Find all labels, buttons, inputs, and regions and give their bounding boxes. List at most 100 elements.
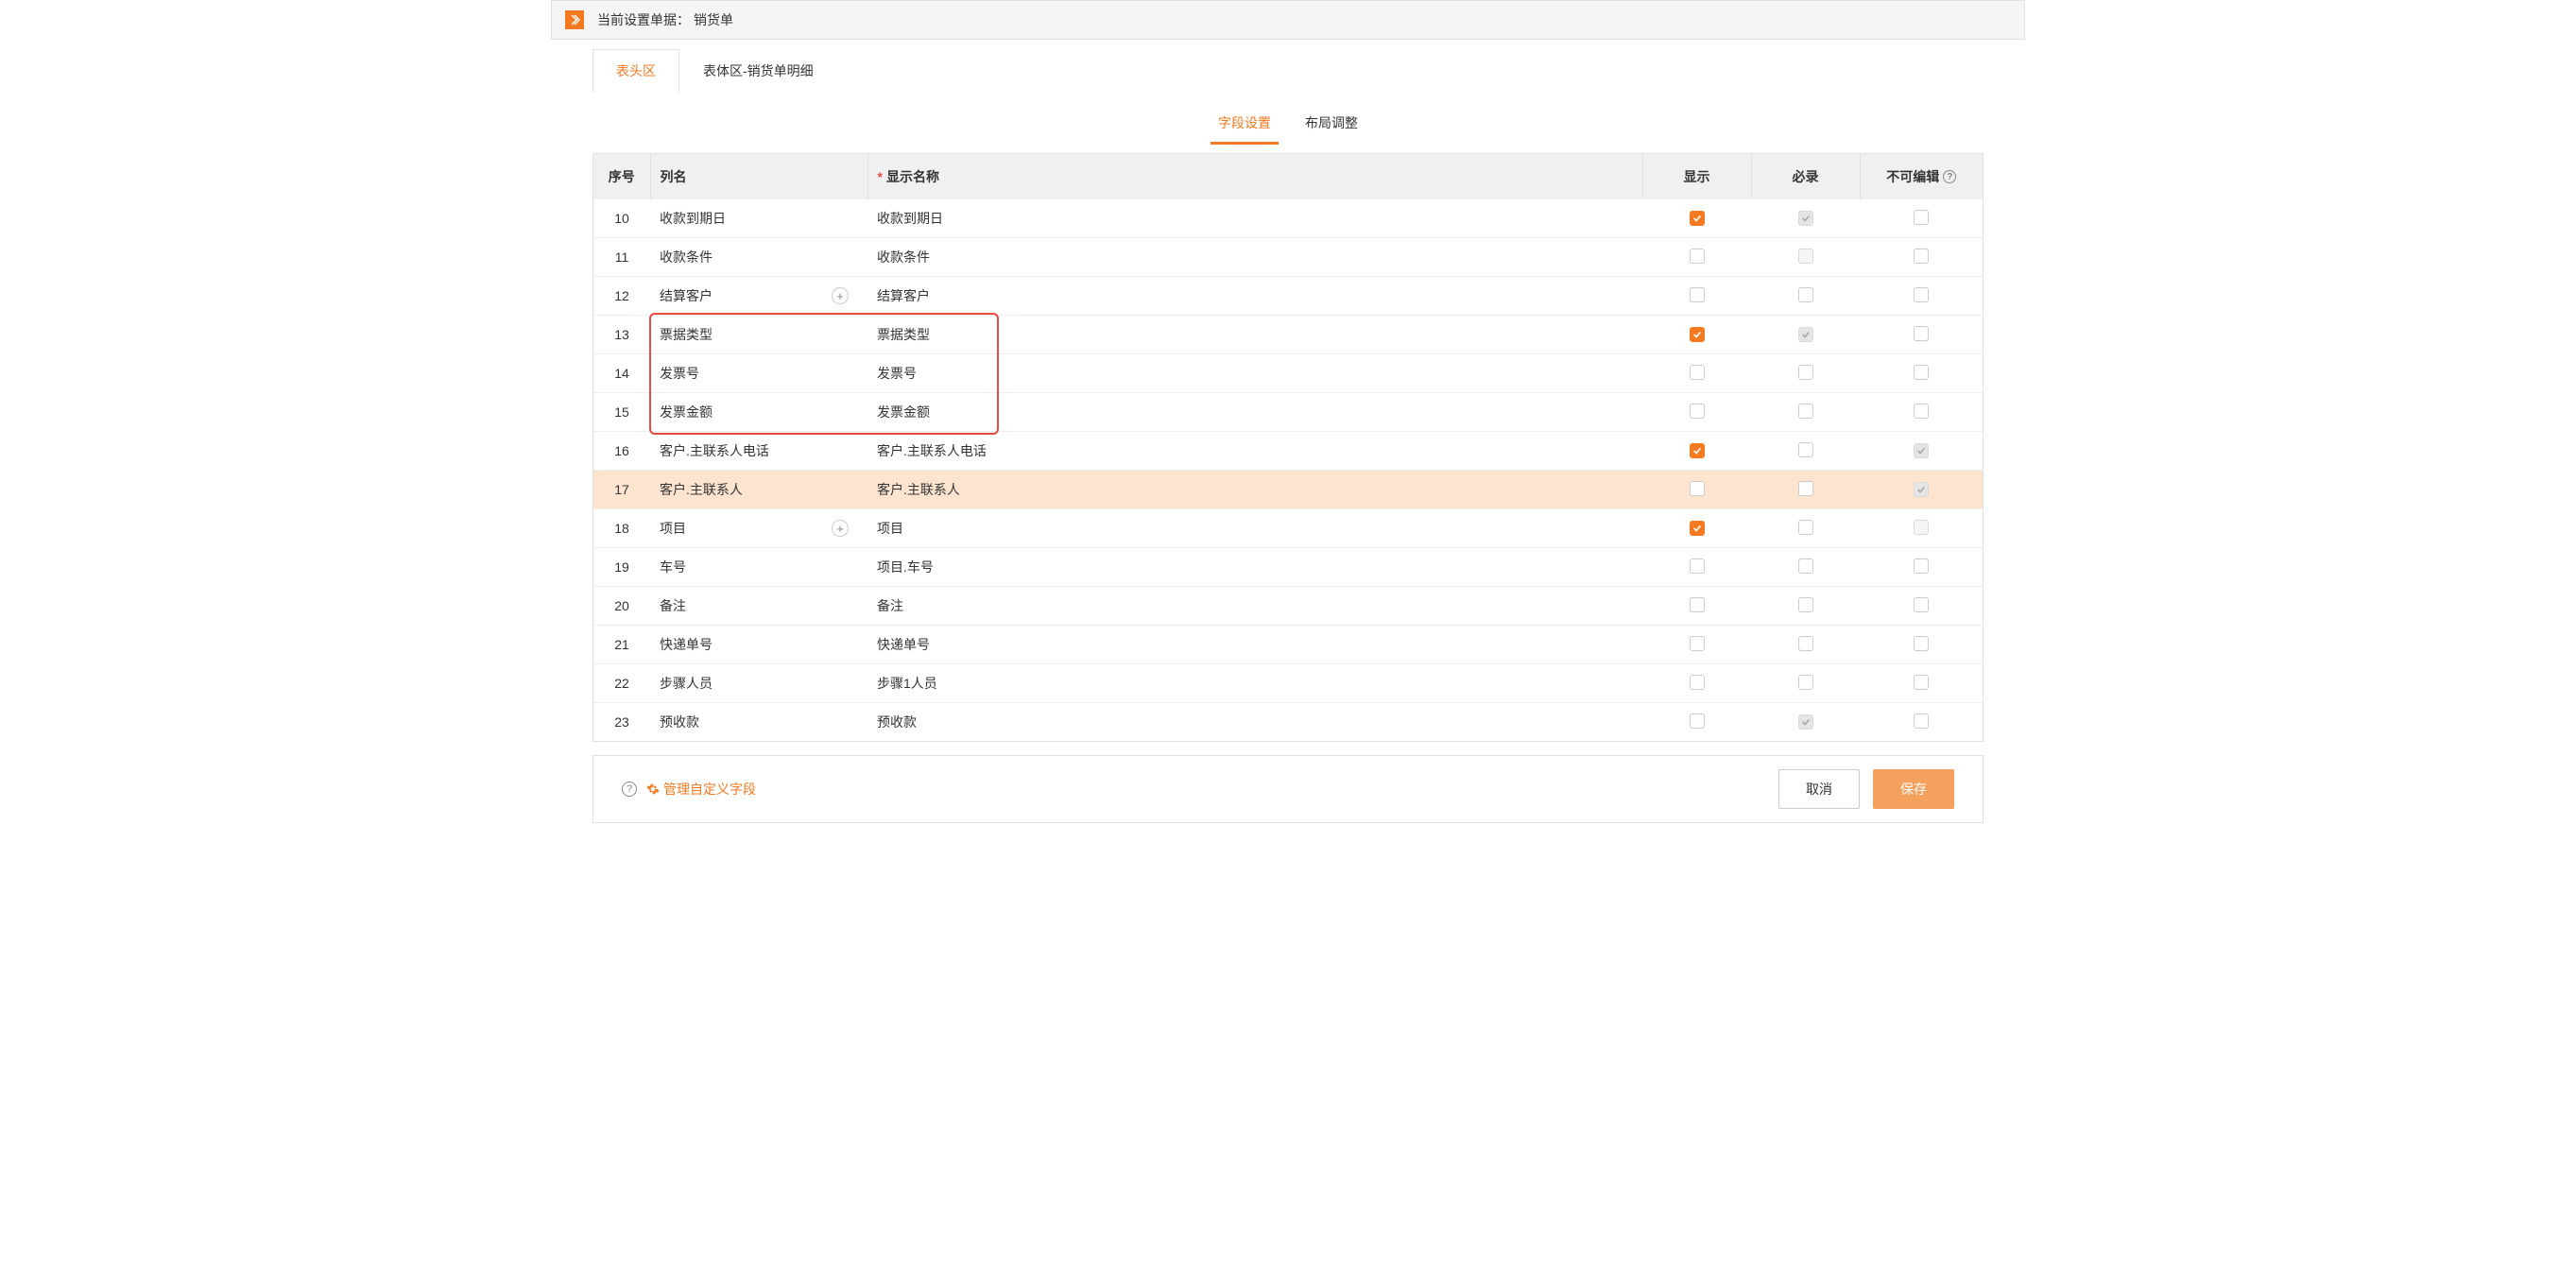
required-checkbox[interactable] [1798, 481, 1813, 496]
show-checkbox[interactable] [1690, 287, 1705, 302]
required-checkbox[interactable] [1798, 675, 1813, 690]
cell-display-name[interactable]: 发票号 [867, 354, 1642, 393]
required-checkbox[interactable] [1798, 442, 1813, 457]
tab-body-area[interactable]: 表体区-销货单明细 [679, 49, 837, 93]
required-checkbox [1798, 211, 1813, 226]
cell-seq: 23 [593, 703, 650, 742]
readonly-checkbox[interactable] [1914, 404, 1929, 419]
field-name-label: 备注 [660, 596, 686, 615]
show-checkbox[interactable] [1690, 713, 1705, 729]
required-checkbox[interactable] [1798, 287, 1813, 302]
chevron-right-icon [569, 14, 580, 26]
expand-panel-button[interactable] [565, 10, 584, 29]
readonly-checkbox[interactable] [1914, 636, 1929, 651]
show-checkbox[interactable] [1690, 636, 1705, 651]
cell-show [1642, 664, 1751, 703]
field-name-label: 步骤人员 [660, 674, 713, 693]
show-checkbox[interactable] [1690, 597, 1705, 612]
cell-seq: 16 [593, 432, 650, 471]
cell-display-name[interactable]: 结算客户 [867, 277, 1642, 316]
cell-display-name[interactable]: 预收款 [867, 703, 1642, 742]
cell-display-name[interactable]: 收款条件 [867, 238, 1642, 277]
tab-header-area[interactable]: 表头区 [592, 49, 679, 93]
cell-show [1642, 548, 1751, 587]
cell-show [1642, 626, 1751, 664]
show-checkbox[interactable] [1690, 211, 1705, 226]
readonly-checkbox[interactable] [1914, 326, 1929, 341]
help-icon[interactable]: ? [622, 782, 637, 797]
cell-display-name[interactable]: 收款到期日 [867, 199, 1642, 238]
subtab-layout-adjust[interactable]: 布局调整 [1297, 102, 1365, 144]
th-display-label: 显示名称 [886, 169, 939, 184]
cell-display-name[interactable]: 步骤1人员 [867, 664, 1642, 703]
cell-display-name[interactable]: 票据类型 [867, 316, 1642, 354]
subtab-field-settings[interactable]: 字段设置 [1211, 102, 1279, 144]
table-row: 19 车号 项目.车号 [593, 548, 1983, 587]
readonly-checkbox[interactable] [1914, 287, 1929, 302]
cell-display-name[interactable]: 客户.主联系人电话 [867, 432, 1642, 471]
readonly-checkbox [1914, 443, 1929, 458]
readonly-checkbox[interactable] [1914, 597, 1929, 612]
cell-show [1642, 199, 1751, 238]
table-row: 17 客户.主联系人 客户.主联系人 [593, 471, 1983, 509]
page-title: 当前设置单据： 销货单 [597, 10, 733, 29]
cell-required [1751, 703, 1860, 742]
cancel-button[interactable]: 取消 [1778, 769, 1860, 809]
required-checkbox [1798, 327, 1813, 342]
field-name-label: 结算客户 [660, 286, 713, 305]
title-label: 当前设置单据： [597, 10, 690, 29]
readonly-checkbox[interactable] [1914, 559, 1929, 574]
field-name-label: 客户.主联系人 [660, 480, 743, 499]
required-checkbox[interactable] [1798, 559, 1813, 574]
readonly-checkbox[interactable] [1914, 210, 1929, 225]
manage-custom-fields-link[interactable]: 管理自定义字段 [646, 780, 756, 799]
required-checkbox[interactable] [1798, 636, 1813, 651]
cell-seq: 15 [593, 393, 650, 432]
cell-show [1642, 316, 1751, 354]
save-button[interactable]: 保存 [1873, 769, 1954, 809]
field-name-label: 票据类型 [660, 325, 713, 344]
cell-required [1751, 626, 1860, 664]
readonly-checkbox[interactable] [1914, 365, 1929, 380]
show-checkbox[interactable] [1690, 404, 1705, 419]
field-name-label: 发票金额 [660, 403, 713, 421]
show-checkbox[interactable] [1690, 481, 1705, 496]
cell-readonly [1860, 354, 1983, 393]
cell-display-name[interactable]: 发票金额 [867, 393, 1642, 432]
cell-display-name[interactable]: 快递单号 [867, 626, 1642, 664]
required-checkbox[interactable] [1798, 597, 1813, 612]
cell-seq: 22 [593, 664, 650, 703]
show-checkbox[interactable] [1690, 443, 1705, 458]
cell-seq: 17 [593, 471, 650, 509]
cell-display-name[interactable]: 备注 [867, 587, 1642, 626]
required-checkbox[interactable] [1798, 520, 1813, 535]
cell-seq: 21 [593, 626, 650, 664]
plus-button[interactable]: + [832, 520, 849, 537]
cell-readonly [1860, 509, 1983, 548]
plus-button[interactable]: + [832, 287, 849, 304]
th-required: 必录 [1751, 154, 1860, 199]
readonly-checkbox[interactable] [1914, 249, 1929, 264]
cell-readonly [1860, 471, 1983, 509]
cell-display-name[interactable]: 项目.车号 [867, 548, 1642, 587]
readonly-checkbox[interactable] [1914, 713, 1929, 729]
cell-display-name[interactable]: 项目 [867, 509, 1642, 548]
cell-required [1751, 199, 1860, 238]
show-checkbox[interactable] [1690, 365, 1705, 380]
cell-display-name[interactable]: 客户.主联系人 [867, 471, 1642, 509]
readonly-checkbox[interactable] [1914, 675, 1929, 690]
show-checkbox[interactable] [1690, 327, 1705, 342]
cell-required [1751, 664, 1860, 703]
cell-show [1642, 587, 1751, 626]
required-checkbox[interactable] [1798, 365, 1813, 380]
cell-required [1751, 587, 1860, 626]
cell-show [1642, 393, 1751, 432]
required-checkbox [1798, 714, 1813, 730]
help-icon[interactable]: ? [1943, 170, 1956, 183]
show-checkbox[interactable] [1690, 675, 1705, 690]
show-checkbox[interactable] [1690, 521, 1705, 536]
required-checkbox[interactable] [1798, 404, 1813, 419]
show-checkbox[interactable] [1690, 249, 1705, 264]
show-checkbox[interactable] [1690, 559, 1705, 574]
table-row: 23 预收款 预收款 [593, 703, 1983, 742]
